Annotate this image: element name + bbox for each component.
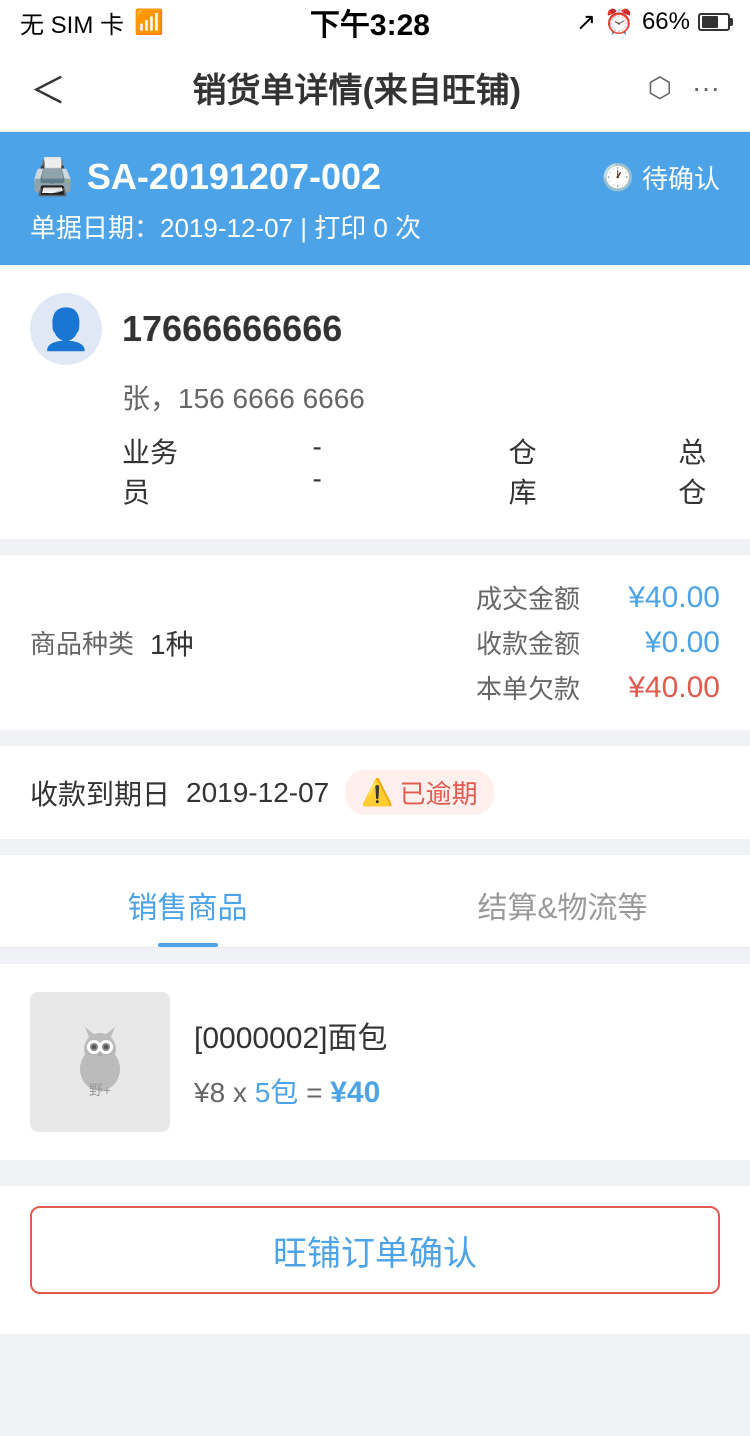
status-bar: 无 SIM 卡 📶 下午3:28 ↗ ⏰ 66% bbox=[0, 0, 750, 44]
overdue-text: 已逾期 bbox=[400, 774, 478, 811]
customer-name: 张，156 6666 6666 bbox=[122, 377, 720, 417]
multiply-sign: x bbox=[233, 1077, 247, 1108]
product-name: [0000002]面包 bbox=[194, 1013, 720, 1057]
share-button[interactable]: ⬡ bbox=[648, 71, 672, 104]
status-left: 无 SIM 卡 📶 bbox=[20, 5, 164, 40]
nav-actions: ⬡ ··· bbox=[648, 71, 720, 104]
amount-value: ¥40.00 bbox=[600, 581, 720, 615]
svg-text:野+: 野+ bbox=[89, 1082, 111, 1098]
order-date: 单据日期：2019-12-07 | 打印 0 次 bbox=[30, 208, 720, 245]
owed-value: ¥40.00 bbox=[600, 671, 720, 705]
order-id: 🖨️ SA-20191207-002 bbox=[30, 156, 381, 198]
type-row: 商品种类 1种 bbox=[30, 623, 194, 663]
overdue-badge: ⚠️ 已逾期 bbox=[345, 770, 493, 815]
product-info: [0000002]面包 ¥8 x 5包 = ¥40 bbox=[194, 992, 720, 1132]
clock-icon: 🕐 bbox=[602, 162, 634, 193]
time-label: 下午3:28 bbox=[310, 0, 430, 44]
summary-left: 商品种类 1种 bbox=[30, 579, 194, 706]
owed-label: 本单欠款 bbox=[476, 669, 580, 706]
confirm-order-button[interactable]: 旺铺订单确认 bbox=[30, 1206, 720, 1294]
type-value: 1种 bbox=[150, 623, 194, 663]
due-date-label: 收款到期日 bbox=[30, 773, 170, 813]
unit-price: ¥8 bbox=[194, 1077, 225, 1108]
total-price: ¥40 bbox=[330, 1076, 380, 1109]
received-label: 收款金额 bbox=[476, 624, 580, 661]
status-text: 待确认 bbox=[642, 159, 720, 196]
salesperson-value: -- bbox=[312, 431, 326, 511]
tabs-row: 销售商品 结算&物流等 bbox=[0, 855, 750, 948]
product-price: ¥8 x 5包 = ¥40 bbox=[194, 1071, 720, 1111]
summary-right: 成交金额 ¥40.00 收款金额 ¥0.00 本单欠款 ¥40.00 bbox=[476, 579, 720, 706]
customer-phone: 17666666666 bbox=[122, 308, 342, 350]
warehouse-value: 总仓 bbox=[678, 431, 720, 511]
due-date-value: 2019-12-07 bbox=[186, 777, 329, 809]
due-section: 收款到期日 2019-12-07 ⚠️ 已逾期 bbox=[0, 746, 750, 839]
wifi-icon: 📶 bbox=[134, 8, 164, 37]
customer-meta: 业务员 -- 仓库 总仓 bbox=[122, 431, 720, 511]
product-section: 野+ [0000002]面包 ¥8 x 5包 = ¥40 bbox=[0, 964, 750, 1160]
page-title: 销货单详情(来自旺铺) bbox=[66, 63, 648, 112]
carrier-label: 无 SIM 卡 bbox=[20, 5, 124, 40]
avatar-icon: 👤 bbox=[41, 306, 91, 353]
battery-label: 66% bbox=[642, 8, 690, 36]
type-label: 商品种类 bbox=[30, 624, 134, 661]
location-icon: ↗ bbox=[576, 8, 596, 37]
status-right: ↗ ⏰ 66% bbox=[576, 8, 730, 37]
customer-section: 👤 17666666666 张，156 6666 6666 业务员 -- 仓库 … bbox=[0, 265, 750, 539]
order-status: 🕐 待确认 bbox=[602, 159, 720, 196]
product-thumbnail: 野+ bbox=[30, 992, 170, 1132]
quantity: 5包 bbox=[255, 1077, 299, 1108]
back-button[interactable]: ＜ bbox=[30, 62, 66, 114]
owed-row: 本单欠款 ¥40.00 bbox=[476, 669, 720, 706]
warehouse-label: 仓库 bbox=[509, 431, 551, 511]
customer-row: 👤 17666666666 bbox=[30, 293, 720, 365]
order-id-text: SA-20191207-002 bbox=[87, 156, 381, 198]
tab-products[interactable]: 销售商品 bbox=[0, 855, 375, 947]
salesperson-label: 业务员 bbox=[122, 431, 185, 511]
avatar: 👤 bbox=[30, 293, 102, 365]
received-row: 收款金额 ¥0.00 bbox=[476, 624, 720, 661]
amount-row: 成交金额 ¥40.00 bbox=[476, 579, 720, 616]
battery-icon bbox=[698, 13, 730, 31]
product-image: 野+ bbox=[55, 1017, 145, 1107]
received-value: ¥0.00 bbox=[600, 626, 720, 660]
order-icon: 🖨️ bbox=[30, 156, 75, 198]
amount-label: 成交金额 bbox=[476, 579, 580, 616]
summary-section: 商品种类 1种 成交金额 ¥40.00 收款金额 ¥0.00 本单欠款 ¥40.… bbox=[0, 555, 750, 730]
more-button[interactable]: ··· bbox=[692, 72, 720, 104]
bottom-bar: 旺铺订单确认 bbox=[0, 1186, 750, 1334]
alarm-icon: ⏰ bbox=[604, 8, 634, 37]
tab-settlement[interactable]: 结算&物流等 bbox=[375, 855, 750, 947]
order-id-row: 🖨️ SA-20191207-002 🕐 待确认 bbox=[30, 156, 720, 198]
order-header: 🖨️ SA-20191207-002 🕐 待确认 单据日期：2019-12-07… bbox=[0, 132, 750, 265]
equals-sign: = bbox=[306, 1077, 322, 1108]
nav-bar: ＜ 销货单详情(来自旺铺) ⬡ ··· bbox=[0, 44, 750, 132]
tabs-section: 销售商品 结算&物流等 bbox=[0, 855, 750, 948]
warning-icon: ⚠️ bbox=[361, 777, 393, 808]
